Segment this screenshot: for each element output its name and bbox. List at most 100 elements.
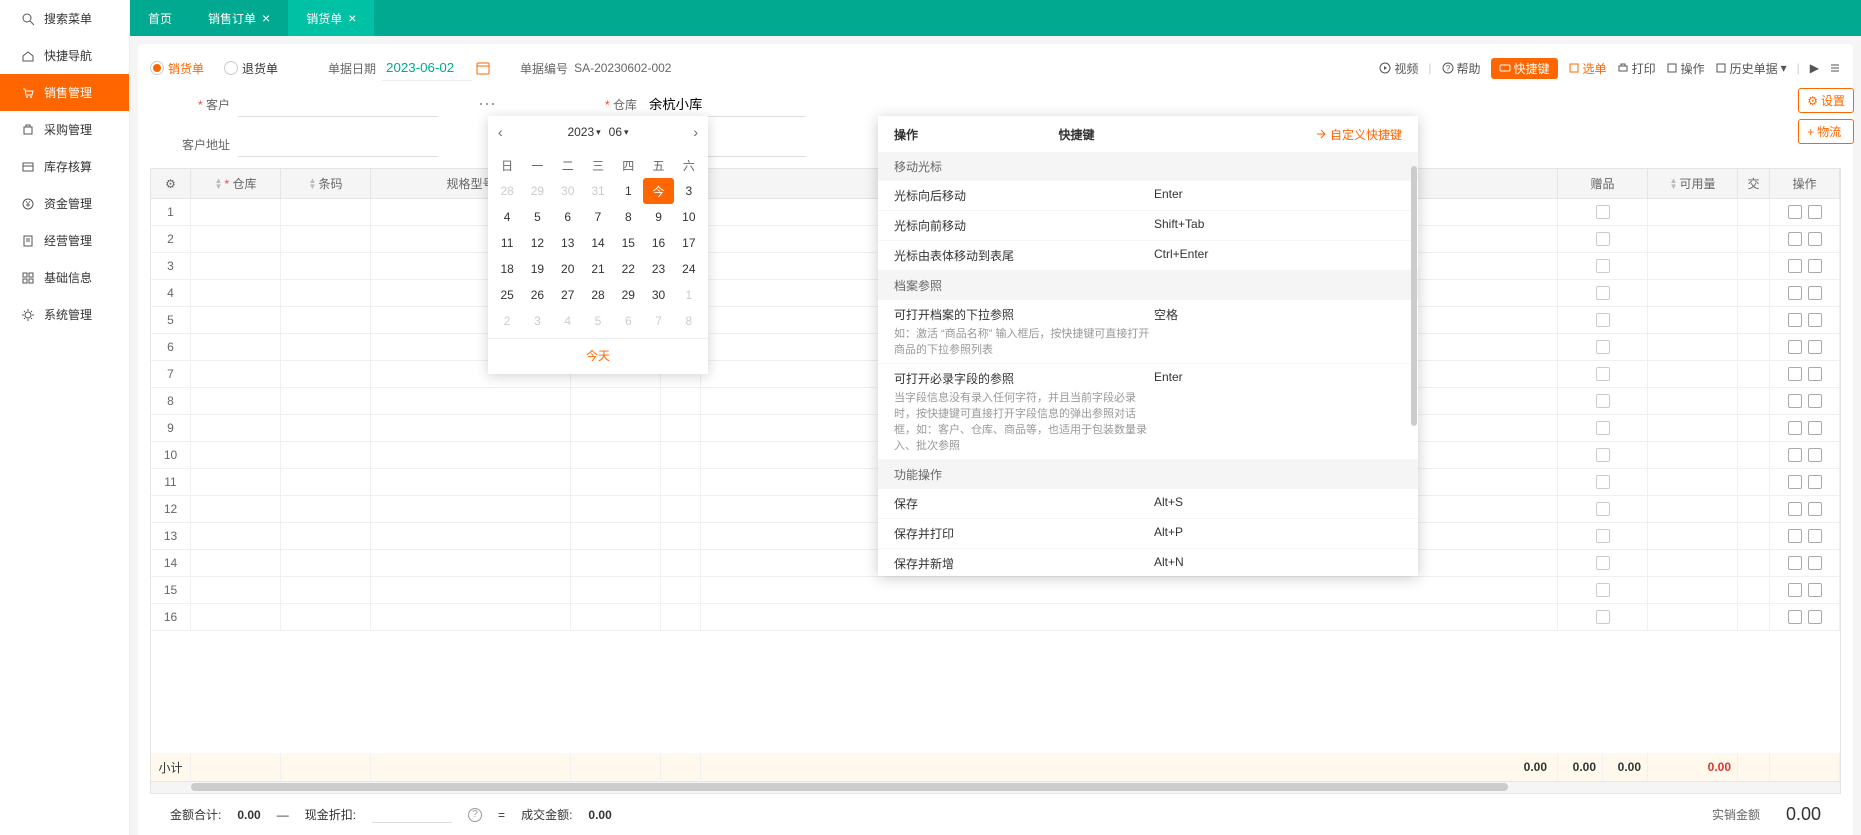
cal-day[interactable]: 11 bbox=[492, 230, 522, 256]
address-input[interactable] bbox=[238, 131, 438, 157]
delete-row-icon[interactable] bbox=[1788, 556, 1802, 570]
gift-checkbox[interactable] bbox=[1596, 286, 1610, 300]
cal-day[interactable]: 24 bbox=[674, 256, 704, 282]
history-button[interactable]: 历史单据▾ bbox=[1715, 60, 1787, 77]
info-icon[interactable]: ? bbox=[468, 808, 482, 822]
delete-row-icon[interactable] bbox=[1788, 394, 1802, 408]
sidebar-item-3[interactable]: 采购管理 bbox=[0, 111, 129, 148]
copy-row-icon[interactable] bbox=[1808, 529, 1822, 543]
date-input[interactable] bbox=[382, 55, 472, 81]
select-order-button[interactable]: 选单 bbox=[1568, 60, 1607, 77]
cal-day[interactable]: 7 bbox=[643, 308, 673, 334]
cal-day[interactable]: 19 bbox=[522, 256, 552, 282]
cal-day[interactable]: 20 bbox=[553, 256, 583, 282]
close-icon[interactable]: × bbox=[348, 10, 356, 26]
copy-row-icon[interactable] bbox=[1808, 232, 1822, 246]
video-button[interactable]: 视频 bbox=[1379, 60, 1418, 77]
copy-row-icon[interactable] bbox=[1808, 367, 1822, 381]
cal-day[interactable]: 28 bbox=[583, 282, 613, 308]
cal-day[interactable]: 30 bbox=[643, 282, 673, 308]
cal-day[interactable]: 8 bbox=[674, 308, 704, 334]
delete-row-icon[interactable] bbox=[1788, 313, 1802, 327]
logistics-button[interactable]: +物流 bbox=[1798, 119, 1854, 144]
copy-row-icon[interactable] bbox=[1808, 286, 1822, 300]
cal-day[interactable]: 22 bbox=[613, 256, 643, 282]
cal-year[interactable]: 2023 bbox=[567, 125, 594, 139]
radio-0[interactable] bbox=[150, 61, 164, 75]
table-row[interactable]: 16 bbox=[151, 604, 1840, 631]
cal-day[interactable]: 28 bbox=[492, 178, 522, 204]
settings-button[interactable]: ⚙设置 bbox=[1798, 88, 1854, 113]
cal-day[interactable]: 31 bbox=[583, 178, 613, 204]
cal-day[interactable]: 27 bbox=[553, 282, 583, 308]
cal-next[interactable]: › bbox=[693, 124, 698, 140]
customer-input[interactable] bbox=[238, 91, 438, 117]
sidebar-item-1[interactable]: 快捷导航 bbox=[0, 37, 129, 74]
cal-day[interactable]: 4 bbox=[492, 204, 522, 230]
cal-day[interactable]: 30 bbox=[553, 178, 583, 204]
gift-checkbox[interactable] bbox=[1596, 556, 1610, 570]
delete-row-icon[interactable] bbox=[1788, 583, 1802, 597]
delete-row-icon[interactable] bbox=[1788, 286, 1802, 300]
cal-day[interactable]: 29 bbox=[613, 282, 643, 308]
cal-day[interactable]: 6 bbox=[553, 204, 583, 230]
gift-checkbox[interactable] bbox=[1596, 448, 1610, 462]
cal-day[interactable]: 5 bbox=[522, 204, 552, 230]
cal-month[interactable]: 06 bbox=[609, 125, 622, 139]
sidebar-item-4[interactable]: 库存核算 bbox=[0, 148, 129, 185]
sort-icon[interactable]: ▲▼ bbox=[309, 178, 317, 190]
cal-day[interactable]: 8 bbox=[613, 204, 643, 230]
tab-2[interactable]: 销货单× bbox=[288, 0, 374, 36]
delete-row-icon[interactable] bbox=[1788, 259, 1802, 273]
sort-icon[interactable]: ▲▼ bbox=[215, 178, 223, 190]
delete-row-icon[interactable] bbox=[1788, 340, 1802, 354]
copy-row-icon[interactable] bbox=[1808, 340, 1822, 354]
delete-row-icon[interactable] bbox=[1788, 610, 1802, 624]
help-button[interactable]: ?帮助 bbox=[1442, 60, 1481, 77]
sidebar-item-5[interactable]: ¥资金管理 bbox=[0, 185, 129, 222]
copy-row-icon[interactable] bbox=[1808, 556, 1822, 570]
cal-day[interactable]: 4 bbox=[553, 308, 583, 334]
expand-button[interactable]: ▶ bbox=[1810, 61, 1819, 75]
gift-checkbox[interactable] bbox=[1596, 205, 1610, 219]
sidebar-item-6[interactable]: 经营管理 bbox=[0, 222, 129, 259]
delete-row-icon[interactable] bbox=[1788, 367, 1802, 381]
copy-row-icon[interactable] bbox=[1808, 313, 1822, 327]
cal-day[interactable]: 25 bbox=[492, 282, 522, 308]
copy-row-icon[interactable] bbox=[1808, 475, 1822, 489]
tab-1[interactable]: 销售订单× bbox=[190, 0, 288, 36]
discount-input[interactable] bbox=[372, 807, 452, 823]
gift-checkbox[interactable] bbox=[1596, 421, 1610, 435]
cal-prev[interactable]: ‹ bbox=[498, 124, 503, 140]
cal-day[interactable]: 13 bbox=[553, 230, 583, 256]
gear-column-icon[interactable]: ⚙ bbox=[165, 177, 176, 191]
copy-row-icon[interactable] bbox=[1808, 421, 1822, 435]
delete-row-icon[interactable] bbox=[1788, 529, 1802, 543]
delete-row-icon[interactable] bbox=[1788, 475, 1802, 489]
shortcut-button[interactable]: 快捷键 bbox=[1491, 58, 1558, 79]
more-toolbar-button[interactable] bbox=[1829, 62, 1841, 74]
delete-row-icon[interactable] bbox=[1788, 205, 1802, 219]
delete-row-icon[interactable] bbox=[1788, 232, 1802, 246]
cal-day[interactable]: 7 bbox=[583, 204, 613, 230]
cal-day[interactable]: 21 bbox=[583, 256, 613, 282]
cal-day[interactable]: 17 bbox=[674, 230, 704, 256]
cal-day[interactable]: 3 bbox=[674, 178, 704, 204]
sort-icon[interactable]: ▲▼ bbox=[1670, 178, 1678, 190]
cal-day[interactable]: 3 bbox=[522, 308, 552, 334]
cal-day[interactable]: 5 bbox=[583, 308, 613, 334]
cal-today-button[interactable]: 今天 bbox=[488, 338, 708, 374]
gift-checkbox[interactable] bbox=[1596, 313, 1610, 327]
gift-checkbox[interactable] bbox=[1596, 610, 1610, 624]
cal-day[interactable]: 9 bbox=[643, 204, 673, 230]
cal-day[interactable]: 2 bbox=[492, 308, 522, 334]
copy-row-icon[interactable] bbox=[1808, 448, 1822, 462]
cal-day[interactable]: 12 bbox=[522, 230, 552, 256]
popup-scrollbar[interactable] bbox=[1411, 166, 1417, 572]
gift-checkbox[interactable] bbox=[1596, 529, 1610, 543]
cal-day[interactable]: 14 bbox=[583, 230, 613, 256]
sidebar-item-8[interactable]: 系统管理 bbox=[0, 296, 129, 333]
radio-1[interactable] bbox=[224, 61, 238, 75]
gift-checkbox[interactable] bbox=[1596, 583, 1610, 597]
copy-row-icon[interactable] bbox=[1808, 610, 1822, 624]
